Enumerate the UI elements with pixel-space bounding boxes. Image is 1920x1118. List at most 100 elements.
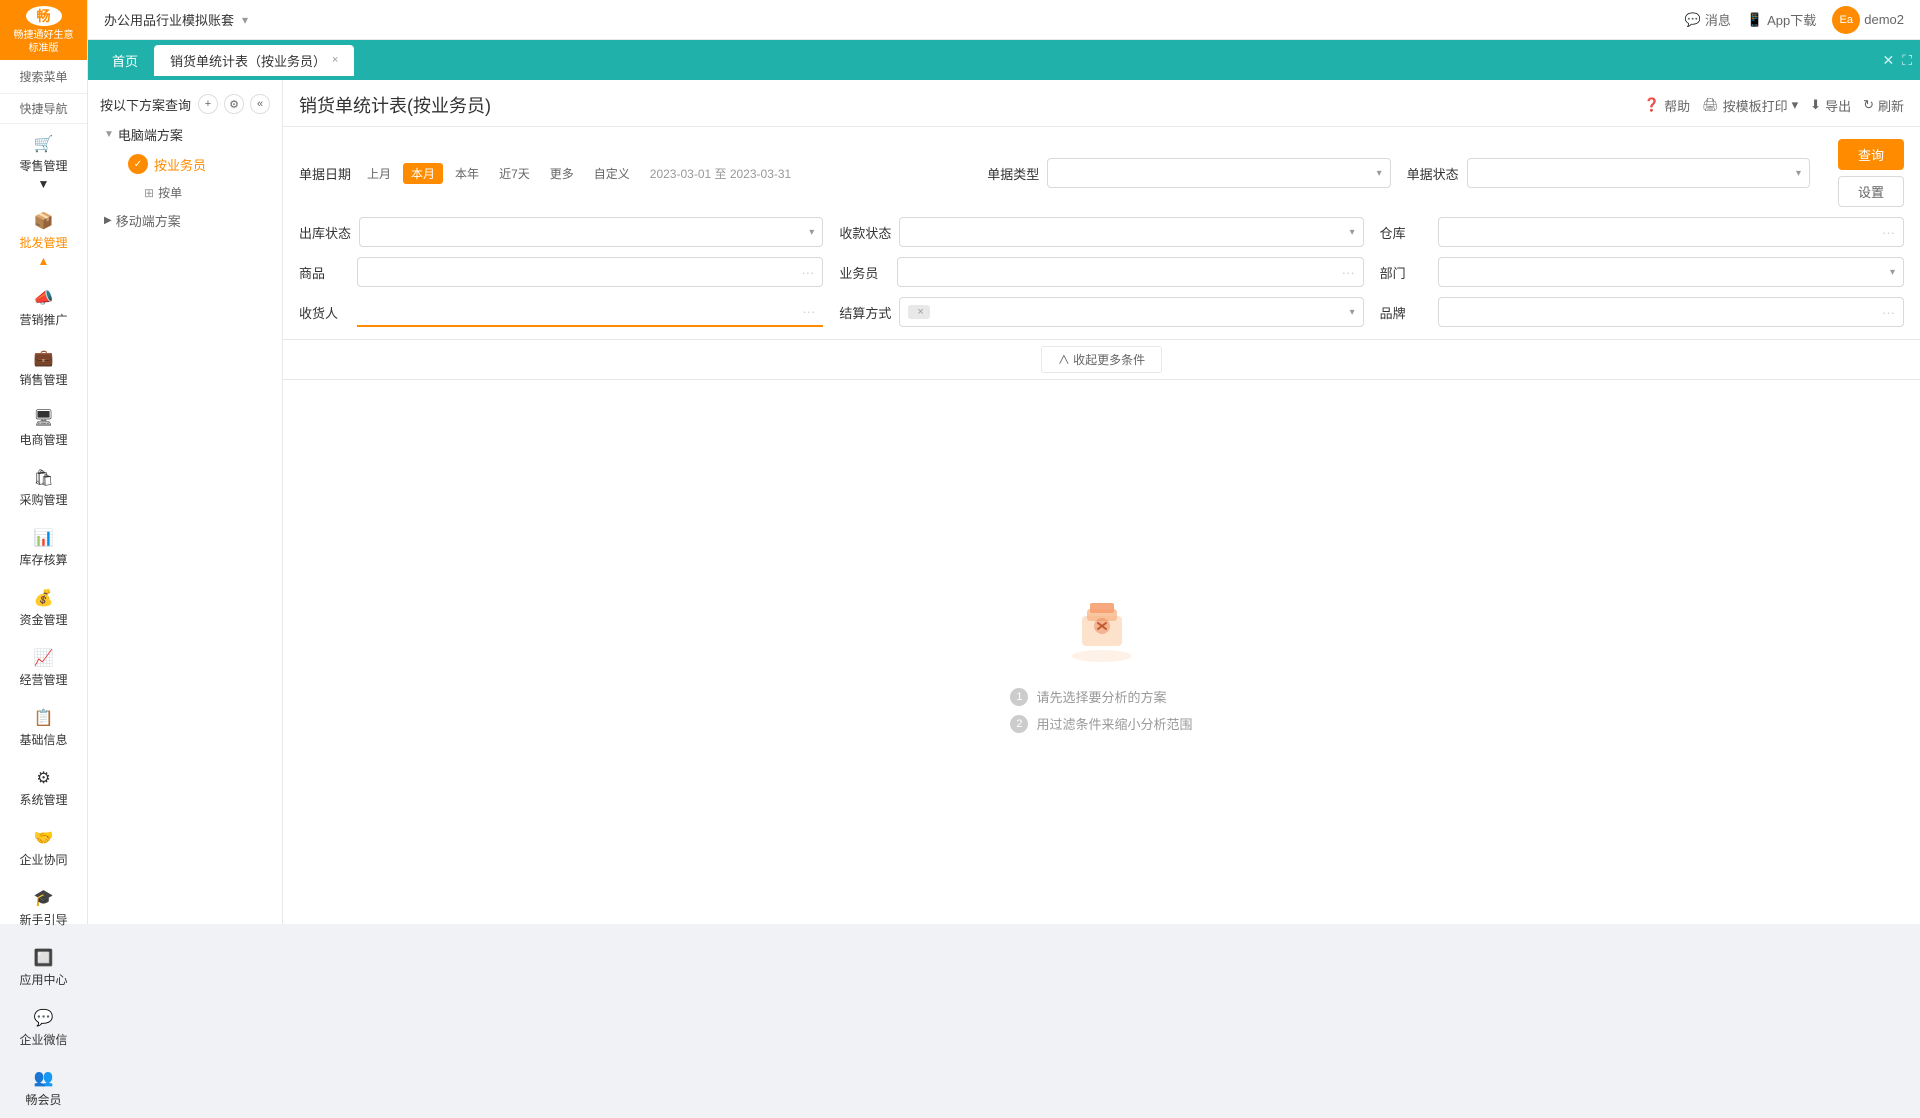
filter-brand: 品牌 ···: [1380, 297, 1904, 327]
doc-status-input[interactable]: ▾: [1467, 158, 1810, 188]
date-shortcuts: 上月 本月 本年 近7天 更多 自定义 2023-03-01 至 2023-03…: [359, 163, 791, 184]
template-print-btn[interactable]: 🖨 按模板打印 ▾: [1702, 96, 1798, 115]
query-action-btns: 查询 设置: [1838, 139, 1904, 207]
sidebar-item-wechat[interactable]: 💬 企业微信: [0, 998, 87, 1058]
sidebar-item-basic[interactable]: 📋 基础信息: [0, 698, 87, 758]
sidebar-item-member[interactable]: 👥 畅会员: [0, 1058, 87, 1118]
query-btn[interactable]: 查询: [1838, 139, 1904, 170]
filter-row-2: 出库状态 ▾ 收款状态 ▾ 仓库: [299, 217, 1904, 247]
payment-status-input[interactable]: ▾: [899, 217, 1363, 247]
step-1-num: 1: [1010, 688, 1028, 706]
sidebar-item-operation[interactable]: 📈 经营管理: [0, 638, 87, 698]
filter-settlement: 结算方式 × ▾: [839, 297, 1363, 327]
sidebar-item-sales[interactable]: 💼 销售管理: [0, 338, 87, 398]
app-download-btn[interactable]: 📱 App下载: [1747, 10, 1816, 29]
collapse-scheme-btn[interactable]: «: [250, 94, 270, 114]
tree-mobile-label: 移动端方案: [116, 211, 181, 230]
right-panel: 销货单统计表(按业务员) ❓ 帮助 🖨 按模板打印 ▾ ⬇ 导出: [283, 80, 1920, 924]
tree-mobile-group[interactable]: ▶ 移动端方案: [88, 206, 282, 235]
sidebar-item-system[interactable]: ⚙ 系统管理: [0, 758, 87, 818]
goods-dots: ···: [801, 265, 814, 280]
help-btn[interactable]: ❓ 帮助: [1644, 96, 1690, 115]
tab-home[interactable]: 首页: [96, 45, 154, 76]
salesman-input[interactable]: ···: [897, 257, 1363, 287]
export-icon: ⬇: [1810, 97, 1821, 113]
breadcrumb-dropdown[interactable]: ▾: [242, 13, 248, 27]
settlement-tag-remove[interactable]: ×: [917, 306, 923, 318]
btn-custom-date[interactable]: 自定义: [586, 163, 638, 184]
scheme-query-label: 按以下方案查询: [100, 95, 191, 114]
sidebar-item-ecommerce[interactable]: 🖥 电商管理: [0, 398, 87, 458]
download-icon: 📱: [1747, 12, 1763, 28]
doc-status-chevron: ▾: [1796, 168, 1801, 179]
tree-item-by-order[interactable]: ⊞ 按单: [116, 179, 282, 206]
btn-this-month[interactable]: 本月: [403, 163, 443, 184]
tab-sales-stats[interactable]: 销货单统计表（按业务员） ×: [154, 45, 354, 76]
quick-nav[interactable]: 快捷导航: [0, 94, 87, 124]
left-panel: 按以下方案查询 + ⚙ « ▼ 电脑端方案 ✓ 按业务员 ⊞: [88, 80, 283, 924]
filter-receiver: 收货人 ···: [299, 297, 823, 327]
out-status-input[interactable]: ▾: [359, 217, 823, 247]
left-panel-header: 按以下方案查询 + ⚙ «: [88, 88, 282, 120]
message-icon: 💬: [1685, 12, 1701, 28]
out-status-label: 出库状态: [299, 223, 351, 242]
tab-close-btn[interactable]: ×: [332, 54, 338, 66]
window-max-btn[interactable]: ⛶: [1902, 52, 1912, 69]
tree-pc-label: 电脑端方案: [118, 125, 270, 144]
receiver-label: 收货人: [299, 303, 349, 322]
warehouse-label: 仓库: [1380, 223, 1430, 242]
doc-type-input[interactable]: ▾: [1047, 158, 1390, 188]
step-2-num: 2: [1010, 715, 1028, 733]
user-menu[interactable]: Ea demo2: [1832, 6, 1904, 34]
goods-label: 商品: [299, 263, 349, 282]
settlement-input[interactable]: × ▾: [899, 297, 1363, 327]
filter-payment-status: 收款状态 ▾: [839, 217, 1363, 247]
help-icon: ❓: [1644, 97, 1660, 113]
window-close-btn[interactable]: ✕: [1882, 52, 1894, 69]
settings-scheme-btn[interactable]: ⚙: [224, 94, 244, 114]
btn-this-year[interactable]: 本年: [447, 163, 487, 184]
btn-recent7[interactable]: 近7天: [491, 163, 538, 184]
salesman-label: 业务员: [839, 263, 889, 282]
doc-status-label: 单据状态: [1407, 164, 1459, 183]
settings-btn[interactable]: 设置: [1838, 176, 1904, 207]
sidebar-item-enterprise[interactable]: 🤝 企业协同: [0, 818, 87, 878]
finance-icon: 💰: [34, 588, 54, 608]
goods-input[interactable]: ···: [357, 257, 823, 287]
enterprise-icon: 🤝: [34, 828, 54, 848]
btn-last-month[interactable]: 上月: [359, 163, 399, 184]
topbar: 办公用品行业模拟账套 ▾ 💬 消息 📱 App下载 Ea demo2: [88, 0, 1920, 40]
message-btn[interactable]: 💬 消息: [1685, 10, 1731, 29]
dept-input[interactable]: ▾: [1438, 257, 1904, 287]
filter-row-4: 收货人 ··· 结算方式 × ▾: [299, 297, 1904, 327]
filter-doc-type: 单据类型 ▾: [987, 158, 1390, 188]
search-menu[interactable]: 搜索菜单: [0, 60, 87, 94]
receiver-input[interactable]: ···: [357, 297, 823, 327]
add-scheme-btn[interactable]: +: [198, 94, 218, 114]
tree-item-by-salesman[interactable]: ✓ 按业务员: [116, 149, 282, 179]
sidebar-item-appstore[interactable]: 🔲 应用中心: [0, 938, 87, 998]
settlement-label: 结算方式: [839, 303, 891, 322]
sidebar-item-inventory[interactable]: 📊 库存核算: [0, 518, 87, 578]
brand-input[interactable]: ···: [1438, 297, 1904, 327]
brand-label: 品牌: [1380, 303, 1430, 322]
refresh-btn[interactable]: ↻ 刷新: [1863, 96, 1904, 115]
export-btn[interactable]: ⬇ 导出: [1810, 96, 1851, 115]
sidebar-item-purchase[interactable]: 🛍 采购管理: [0, 458, 87, 518]
dept-label: 部门: [1380, 263, 1430, 282]
window-controls: ✕ ⛶: [1882, 52, 1912, 69]
dept-chevron: ▾: [1890, 267, 1895, 278]
sidebar-item-wholesale[interactable]: 📦 批发管理 ▲: [0, 201, 87, 278]
warehouse-input[interactable]: ···: [1438, 217, 1904, 247]
wechat-icon: 💬: [34, 1008, 54, 1028]
collapse-more-btn[interactable]: ∧ 收起更多条件: [1041, 346, 1162, 373]
sidebar-item-finance[interactable]: 💰 资金管理: [0, 578, 87, 638]
header-actions: ❓ 帮助 🖨 按模板打印 ▾ ⬇ 导出 ↻ 刷新: [1644, 96, 1904, 115]
filter-goods: 商品 ···: [299, 257, 823, 287]
sidebar-item-newbie[interactable]: 🎓 新手引导: [0, 878, 87, 938]
btn-more-date[interactable]: 更多: [542, 163, 582, 184]
step-1-text: 请先选择要分析的方案: [1036, 687, 1166, 706]
sidebar-item-marketing[interactable]: 📣 营销推广: [0, 278, 87, 338]
tree-pc-group[interactable]: ▼ 电脑端方案: [88, 120, 282, 149]
sidebar-item-retail[interactable]: 🛒 零售管理 ▼: [0, 124, 87, 201]
